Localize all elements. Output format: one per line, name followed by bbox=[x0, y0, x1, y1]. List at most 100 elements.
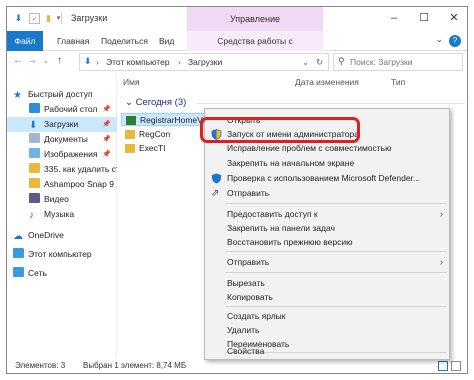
menu-item-label: Восстановить прежнюю версию bbox=[227, 237, 353, 247]
pictures-icon bbox=[29, 148, 40, 158]
menu-item-pin-taskbar[interactable]: Закрепить на панели задач bbox=[205, 221, 449, 236]
pin-icon[interactable]: 📌 bbox=[102, 102, 111, 117]
tab-app-tools[interactable]: Средства работы с приложениями bbox=[187, 31, 323, 66]
highlight-annotation bbox=[200, 117, 360, 143]
menu-item-properties[interactable]: Свойства bbox=[205, 344, 449, 359]
desktop-icon bbox=[29, 103, 40, 113]
group-label: Сегодня (3) bbox=[135, 97, 187, 108]
share-icon: ⇗ bbox=[211, 188, 220, 199]
pin-icon[interactable]: 📌 bbox=[102, 132, 111, 147]
folder-icon bbox=[29, 163, 40, 173]
sidebar-item-documents[interactable]: Документы 📌 bbox=[7, 132, 117, 147]
recent-locations-icon[interactable]: ⌄ bbox=[43, 57, 49, 65]
chevron-right-icon: › bbox=[96, 57, 99, 67]
sidebar-item-label: Рабочий стол bbox=[44, 104, 98, 114]
menu-separator bbox=[225, 251, 447, 252]
search-icon: ⚲ bbox=[338, 56, 345, 66]
search-input[interactable] bbox=[350, 57, 460, 67]
sidebar-item-onedrive[interactable]: ☁ OneDrive bbox=[7, 228, 117, 243]
ribbon-tabs: Файл Главная Поделиться Вид Средства раб… bbox=[7, 31, 467, 66]
menu-item-send-to[interactable]: Отправить › bbox=[205, 255, 449, 270]
refresh-icon[interactable]: ↻ bbox=[316, 57, 323, 68]
sidebar-item-this-pc[interactable]: Этот компьютер bbox=[7, 247, 117, 262]
sidebar-item-label: 335. как удалить ст bbox=[44, 164, 117, 174]
video-icon bbox=[29, 193, 40, 203]
menu-item-create-shortcut[interactable]: Создать ярлык bbox=[205, 309, 449, 324]
menu-item-share[interactable]: ⇗ Отправить bbox=[205, 186, 449, 201]
menu-item-compatibility[interactable]: Исправление проблем с совместимостью bbox=[205, 141, 449, 156]
title-bar: ⬇ ✓ ▮ ▾ Загрузки Управление – ☐ ✕ bbox=[7, 7, 467, 31]
menu-item-defender-scan[interactable]: Проверка с использованием Microsoft Defe… bbox=[205, 171, 449, 186]
tab-view[interactable]: Вид bbox=[153, 31, 180, 51]
menu-item-label: Отправить bbox=[227, 188, 270, 198]
maximize-button[interactable]: ☐ bbox=[409, 7, 439, 29]
up-arrow-icon[interactable]: ↑ bbox=[57, 55, 62, 66]
menu-item-label: Исправление проблем с совместимостью bbox=[227, 143, 392, 153]
cloud-icon: ☁ bbox=[13, 231, 23, 242]
folder-icon bbox=[125, 144, 135, 153]
column-header-name[interactable]: Имя bbox=[123, 77, 140, 87]
file-item-execti[interactable]: ExecTI bbox=[121, 142, 211, 155]
chevron-down-icon[interactable]: ⌄ bbox=[302, 57, 309, 68]
chevron-down-icon[interactable]: ⌄ bbox=[435, 34, 443, 45]
pin-icon[interactable]: 📌 bbox=[102, 117, 111, 132]
properties-icon[interactable]: ✓ bbox=[29, 13, 40, 24]
sidebar-item-network[interactable]: Сеть bbox=[7, 266, 117, 281]
tab-share[interactable]: Поделиться bbox=[95, 31, 154, 51]
menu-separator bbox=[225, 203, 447, 204]
menu-item-delete[interactable]: Удалить bbox=[205, 323, 449, 338]
tab-home[interactable]: Главная bbox=[51, 31, 95, 51]
sidebar-item-label: Быстрый доступ bbox=[28, 89, 93, 99]
minimize-button[interactable]: – bbox=[379, 7, 409, 29]
navigation-bar: ← → ⌄ ↑ ⬇ › Этот компьютер › Загрузки ⌄ … bbox=[7, 51, 467, 73]
column-header-type[interactable]: Тип bbox=[391, 77, 405, 87]
sidebar-item-label: Изображения bbox=[44, 149, 98, 159]
menu-item-label: Вырезать bbox=[227, 278, 265, 288]
large-icons-view-icon[interactable] bbox=[451, 361, 461, 371]
tab-file[interactable]: Файл bbox=[7, 31, 43, 51]
breadcrumb-this-pc[interactable]: Этот компьютер bbox=[106, 57, 170, 67]
defender-icon bbox=[211, 173, 222, 184]
music-icon: ♪ bbox=[29, 210, 34, 221]
sidebar-item-label: Загрузки bbox=[44, 119, 79, 129]
column-header-date[interactable]: Дата изменения bbox=[295, 77, 359, 87]
downloads-icon: ⬇ bbox=[29, 120, 38, 131]
application-icon bbox=[126, 116, 136, 125]
downloads-icon: ⬇ bbox=[14, 13, 23, 23]
sidebar-item-desktop[interactable]: Рабочий стол 📌 bbox=[7, 102, 117, 117]
menu-item-restore-version[interactable]: Восстановить прежнюю версию bbox=[205, 235, 449, 250]
sidebar-item-music[interactable]: ♪ Музыка bbox=[7, 207, 117, 222]
sidebar-item-label: Видео bbox=[44, 194, 69, 204]
sidebar-item-folder-335[interactable]: 335. как удалить ст bbox=[7, 162, 117, 177]
sidebar-item-downloads[interactable]: ⬇ Загрузки 📌 bbox=[7, 117, 117, 132]
sidebar-item-ashampoo[interactable]: Ashampoo Snap 9 bbox=[7, 177, 117, 192]
breadcrumb-downloads[interactable]: Загрузки bbox=[188, 57, 222, 67]
context-menu: Открыть Запуск от имени администратора И… bbox=[204, 108, 450, 360]
menu-item-cut[interactable]: Вырезать bbox=[205, 276, 449, 291]
menu-item-label: Удалить bbox=[227, 325, 260, 335]
menu-item-label: Копировать bbox=[227, 292, 273, 302]
sidebar-item-pictures[interactable]: Изображения 📌 bbox=[7, 147, 117, 162]
help-icon[interactable]: ? bbox=[449, 35, 461, 47]
chevron-right-icon: › bbox=[440, 209, 443, 219]
menu-item-label: Закрепить на начальном экране bbox=[227, 158, 355, 168]
pin-icon[interactable]: 📌 bbox=[102, 147, 111, 162]
close-button[interactable]: ✕ bbox=[439, 7, 467, 29]
menu-item-pin-start[interactable]: Закрепить на начальном экране bbox=[205, 156, 449, 171]
sidebar-item-video[interactable]: Видео bbox=[7, 192, 117, 207]
back-arrow-icon[interactable]: ← bbox=[13, 55, 23, 66]
address-bar[interactable]: ⬇ › Этот компьютер › Загрузки ⌄ ↻ bbox=[79, 53, 329, 71]
details-view-icon[interactable] bbox=[438, 361, 448, 371]
group-header[interactable]: ⌄ Сегодня (3) bbox=[125, 97, 186, 108]
forward-arrow-icon[interactable]: → bbox=[27, 55, 37, 66]
item-count: Элементов: 3 bbox=[15, 361, 66, 370]
menu-item-give-access[interactable]: Предоставить доступ к › bbox=[205, 207, 449, 222]
folder-icon bbox=[29, 178, 40, 188]
menu-item-copy[interactable]: Копировать bbox=[205, 290, 449, 305]
sidebar-item-quick-access[interactable]: ★ Быстрый доступ bbox=[7, 87, 117, 102]
search-box[interactable]: ⚲ bbox=[333, 53, 463, 71]
downloads-icon: ⬇ bbox=[84, 56, 92, 66]
selection-info: Выбран 1 элемент: 8,74 МБ bbox=[83, 361, 187, 370]
file-item-regcon[interactable]: RegCon bbox=[121, 128, 211, 141]
quick-access-dropdown-icon[interactable]: ▾ bbox=[53, 13, 64, 24]
